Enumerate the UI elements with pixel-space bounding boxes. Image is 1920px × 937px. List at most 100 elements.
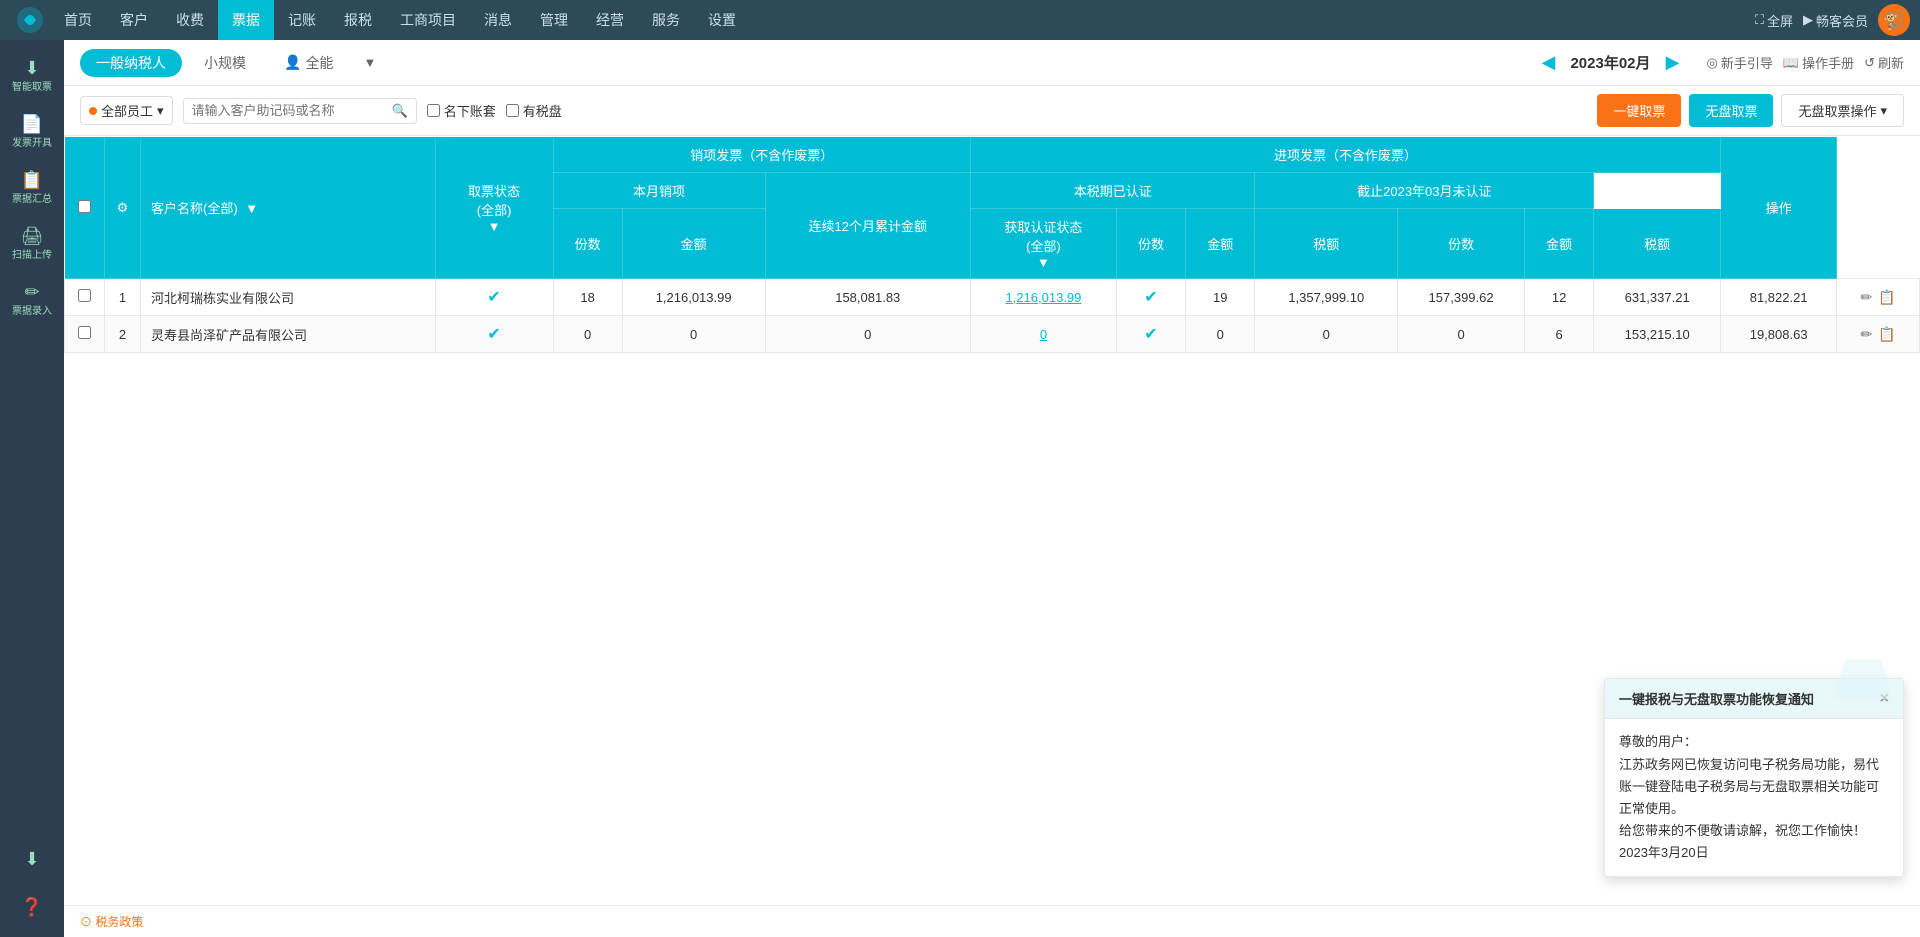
nav-settings[interactable]: 设置	[694, 0, 750, 40]
row-uncertified-amount-1: 153,215.10	[1594, 316, 1721, 353]
invoice-open-icon: 📄	[21, 114, 43, 135]
nav-home[interactable]: 首页	[50, 0, 106, 40]
sidebar-item-invoice-open[interactable]: 📄 发票开具	[4, 106, 60, 158]
th-uncertified-tax: 税额	[1594, 209, 1721, 279]
user-avatar[interactable]: 🐒	[1878, 4, 1910, 36]
th-uncertified: 截止2023年03月未认证	[1255, 173, 1594, 209]
tab-small-scale[interactable]: 小规模	[188, 49, 262, 77]
scan-upload-icon: 🖨	[21, 226, 44, 247]
refresh-button[interactable]: ↺ 刷新	[1864, 53, 1904, 72]
row-status-0: ✔	[435, 279, 553, 316]
row-checkbox-1[interactable]	[65, 316, 105, 353]
one-click-fetch-button[interactable]: 一键取票	[1597, 94, 1681, 127]
edit-icon-1[interactable]: ✏	[1861, 326, 1873, 343]
app-logo	[10, 0, 50, 40]
th-cumulative: 连续12个月累计金额	[765, 173, 970, 279]
row-sales-qty-0: 18	[553, 279, 622, 316]
sidebar-item-smart-fetch[interactable]: ⬇ 智能取票	[4, 50, 60, 102]
tab-all[interactable]: 👤 全能	[268, 49, 349, 77]
own-accounts-checkbox[interactable]: 名下账套	[427, 101, 496, 120]
th-settings[interactable]: ⚙	[105, 137, 141, 279]
tab-all-icon: 👤	[284, 54, 301, 71]
tab-right-actions: ◎ 新手引导 📖 操作手册 ↺ 刷新	[1707, 53, 1904, 72]
chevron-down-icon: ▼	[363, 55, 376, 70]
nav-manage[interactable]: 管理	[526, 0, 582, 40]
top-navigation: 首页 客户 收费 票据 记账 报税 工商项目 消息 管理 经营 服务 设置 ⛶ …	[0, 0, 1920, 40]
row-certified-tax-0: 157,399.62	[1398, 279, 1525, 316]
sidebar-item-data-entry[interactable]: ✏ 票据录入	[4, 274, 60, 326]
diskless-ops-button[interactable]: 无盘取票操作 ▾	[1781, 94, 1904, 127]
smart-fetch-icon: ⬇	[24, 58, 39, 79]
nav-biz[interactable]: 工商项目	[386, 0, 470, 40]
search-button[interactable]: 🔍	[384, 99, 416, 123]
current-date: 2023年02月	[1570, 52, 1650, 73]
date-next-button[interactable]: ▶	[1661, 51, 1685, 75]
row-uncertified-qty-1: 6	[1524, 316, 1593, 353]
search-input[interactable]	[184, 99, 384, 122]
tax-disk-checkbox[interactable]: 有税盘	[506, 101, 562, 120]
employee-filter[interactable]: 全部员工 ▾	[80, 96, 173, 125]
table-row: 2 灵寿县尚泽矿产品有限公司 ✔ 0 0 0 0 ✔ 0 0 0 6 153,2…	[65, 316, 1920, 353]
row-index-0: 1	[105, 279, 141, 316]
nav-operation[interactable]: 经营	[582, 0, 638, 40]
detail-icon-0[interactable]: 📋	[1878, 289, 1895, 306]
row-certified-tax-1: 0	[1398, 316, 1525, 353]
fetch-status-filter[interactable]: ▼	[488, 219, 501, 234]
diskless-fetch-button[interactable]: 无盘取票	[1689, 94, 1773, 127]
th-certified-tax: 税额	[1255, 209, 1398, 279]
top-right-actions: ⛶ 全屏 ▶ 畅客会员 🐒	[1755, 4, 1910, 36]
nav-tax[interactable]: 报税	[330, 0, 386, 40]
tab-more-button[interactable]: ▼	[355, 51, 384, 74]
row-name-0: 河北柯瑞栋实业有限公司	[141, 279, 436, 316]
manual-icon: 📖	[1783, 55, 1799, 71]
nav-invoice[interactable]: 票据	[218, 0, 274, 40]
sidebar-item-scan-upload[interactable]: 🖨 扫描上传	[4, 218, 60, 270]
refresh-icon: ↺	[1864, 55, 1875, 71]
filter-icon[interactable]: ▼	[245, 201, 258, 216]
th-action-header: 操作	[1721, 137, 1837, 279]
row-sales-tax-1: 0	[765, 316, 970, 353]
cert-status-filter[interactable]: ▼	[1037, 255, 1050, 270]
date-navigation: ◀ 2023年02月 ▶	[1536, 51, 1684, 75]
fullscreen-button[interactable]: ⛶ 全屏	[1755, 11, 1793, 30]
search-wrap: 🔍	[183, 98, 417, 124]
th-monthly-sales: 本月销项	[553, 173, 765, 209]
tax-policy-link[interactable]: ⊙ 税务政策	[80, 913, 143, 930]
th-certified-qty: 份数	[1116, 209, 1185, 279]
nav-customer[interactable]: 客户	[106, 0, 162, 40]
invoice-table: ⚙ 客户名称(全部) ▼ 取票状态(全部) ▼ 销项发票（不含作废票） 进项发票…	[64, 136, 1920, 353]
bottom-bar: ⊙ 税务政策	[64, 905, 1920, 937]
select-all-checkbox[interactable]	[78, 200, 91, 213]
th-certified: 本税期已认证	[971, 173, 1255, 209]
row-index-1: 2	[105, 316, 141, 353]
sidebar-item-invoice-summary[interactable]: 📋 票据汇总	[4, 162, 60, 214]
row-sales-amount-0: 1,216,013.99	[622, 279, 765, 316]
row-sales-qty-1: 0	[553, 316, 622, 353]
guide-button[interactable]: ◎ 新手引导	[1707, 53, 1773, 72]
own-accounts-input[interactable]	[427, 104, 440, 117]
row-cert-status-0: ✔	[1116, 279, 1185, 316]
guide-icon: ◎	[1707, 55, 1718, 71]
th-checkbox[interactable]	[65, 137, 105, 279]
manual-button[interactable]: 📖 操作手册	[1783, 53, 1854, 72]
row-certified-qty-1: 0	[1186, 316, 1255, 353]
nav-service[interactable]: 服务	[638, 0, 694, 40]
edit-icon-0[interactable]: ✏	[1861, 289, 1873, 306]
row-cumulative-1: 0	[971, 316, 1117, 353]
nav-fee[interactable]: 收费	[162, 0, 218, 40]
nav-message[interactable]: 消息	[470, 0, 526, 40]
row-uncertified-tax-0: 81,822.21	[1721, 279, 1837, 316]
tax-disk-input[interactable]	[506, 104, 519, 117]
member-button[interactable]: ▶ 畅客会员	[1803, 11, 1868, 30]
sidebar-download-button[interactable]: ⬇	[12, 839, 52, 879]
tab-bar: 一般纳税人 小规模 👤 全能 ▼ ◀ 2023年02月 ▶ ◎ 新手引导	[64, 40, 1920, 86]
sidebar-help-button[interactable]: ❓	[12, 887, 52, 927]
dropdown-icon: ▾	[157, 103, 164, 119]
nav-bookkeeping[interactable]: 记账	[274, 0, 330, 40]
employee-dot	[89, 107, 97, 115]
detail-icon-1[interactable]: 📋	[1878, 326, 1895, 343]
row-certified-qty-0: 19	[1186, 279, 1255, 316]
date-prev-button[interactable]: ◀	[1536, 51, 1560, 75]
tab-general-taxpayer[interactable]: 一般纳税人	[80, 49, 182, 77]
row-checkbox-0[interactable]	[65, 279, 105, 316]
